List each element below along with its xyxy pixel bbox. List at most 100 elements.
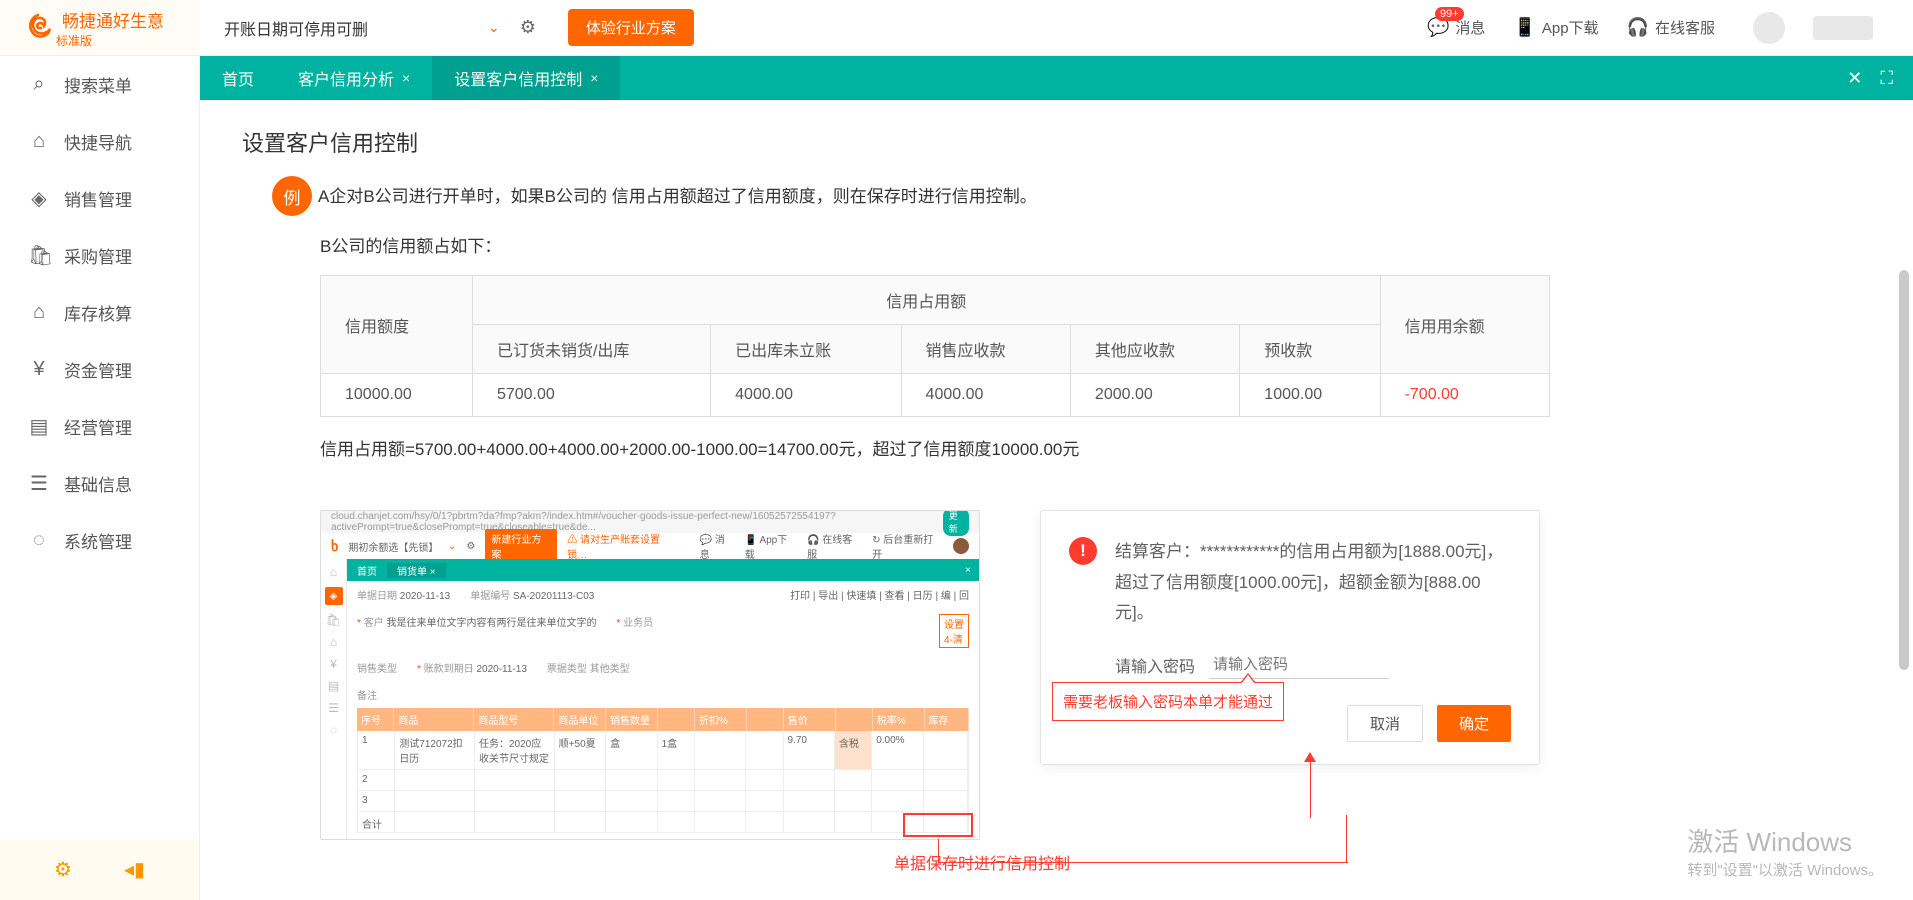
cell-c2: 4000.00 xyxy=(711,374,901,417)
scrollbar[interactable] xyxy=(1899,270,1909,670)
sidebar-item-operation[interactable]: ▤ 经营管理 xyxy=(0,398,199,455)
brand-edition: 标准版 xyxy=(56,32,92,49)
list-icon: ☰ xyxy=(28,471,50,496)
money-icon: ¥ xyxy=(28,358,50,381)
search-icon: ⌕ xyxy=(28,73,50,96)
mini-screenshot: cloud.chanjet.com/hsy/0/1?pbrtm?da?fmp?a… xyxy=(320,510,980,840)
sidebar-item-purchase[interactable]: 🛍 采购管理 xyxy=(0,227,199,284)
user-menu[interactable] xyxy=(1813,16,1873,40)
chevron-down-icon: ⌄ xyxy=(488,19,500,36)
sidebar: ⌕ 搜索菜单 ⌂ 快捷导航 ◈ 销售管理 🛍 采购管理 ⌂ 库存核算 ¥ 资金管理 ▤ 经营管… xyxy=(0,56,200,900)
tab-label: 设置客户信用控制 xyxy=(454,66,582,90)
sidebar-item-label: 快捷导航 xyxy=(64,129,132,154)
connector-line xyxy=(1310,760,1311,818)
mobile-icon: 📱 xyxy=(1513,17,1535,38)
customer-service-button[interactable]: 🎧 在线客服 xyxy=(1627,17,1715,38)
th-limit: 信用额度 xyxy=(321,276,473,374)
close-icon[interactable]: × xyxy=(590,70,598,86)
callout-tail xyxy=(1240,673,1256,683)
bag-icon: 🛍 xyxy=(28,243,50,268)
page-title: 设置客户信用控制 xyxy=(242,126,1871,158)
brand-icon xyxy=(20,10,56,46)
callout-text: 需要老板输入密码本单才能通过 xyxy=(1052,682,1284,721)
logo-area[interactable]: 畅捷通好生意 标准版 xyxy=(0,0,200,55)
circle-icon: ◌ xyxy=(28,529,50,552)
sidebar-item-finance[interactable]: ¥ 资金管理 xyxy=(0,341,199,398)
sidebar-item-label: 经营管理 xyxy=(64,414,132,439)
connector-line xyxy=(1346,815,1347,863)
sidebar-item-label: 销售管理 xyxy=(64,186,132,211)
mini-home-icon: ⌂ xyxy=(330,565,337,579)
sidebar-item-label: 资金管理 xyxy=(64,357,132,382)
sidebar-item-quicknav[interactable]: ⌂ 快捷导航 xyxy=(0,113,199,170)
cell-c5: 1000.00 xyxy=(1240,374,1380,417)
fullscreen-icon[interactable]: ⛶ xyxy=(1880,68,1893,89)
cell-c4: 2000.00 xyxy=(1070,374,1239,417)
cell-limit: 10000.00 xyxy=(321,374,473,417)
cell-c3: 4000.00 xyxy=(901,374,1070,417)
warning-icon: ! xyxy=(1069,537,1097,565)
th-sub-4: 其他应收款 xyxy=(1070,325,1239,374)
app-download-button[interactable]: 📱 App下载 xyxy=(1513,17,1598,38)
example-text-1: A企对B公司进行开单时，如果B公司的 信用占用额超过了信用额度，则在保存时进行信… xyxy=(318,182,1037,213)
cancel-button[interactable]: 取消 xyxy=(1347,705,1423,742)
sidebar-item-label: 系统管理 xyxy=(64,528,132,553)
dialog-message: 结算客户：************的信用占用额为[1888.00元]，超过了信用… xyxy=(1115,537,1511,629)
sidebar-item-label: 搜索菜单 xyxy=(64,72,132,97)
avatar[interactable] xyxy=(1753,12,1785,44)
warehouse-icon: ⌂ xyxy=(28,301,50,324)
sidebar-item-label: 采购管理 xyxy=(64,243,132,268)
headset-icon: 🎧 xyxy=(1627,17,1649,38)
th-sub-5: 预收款 xyxy=(1240,325,1380,374)
collapse-icon[interactable]: ◂▮ xyxy=(124,857,145,882)
cell-c1: 5700.00 xyxy=(472,374,710,417)
th-balance: 信用用余额 xyxy=(1380,276,1549,374)
brand-name: 畅捷通好生意 xyxy=(62,7,164,32)
mini-active-icon: ◈ xyxy=(325,587,343,605)
password-label: 请输入密码 xyxy=(1115,653,1195,677)
tag-icon: ◈ xyxy=(28,186,50,211)
th-usage: 信用占用额 xyxy=(472,276,1380,325)
arrowhead-icon xyxy=(1304,752,1316,762)
tab-credit-control-settings[interactable]: 设置客户信用控制 × xyxy=(432,56,620,100)
tab-credit-analysis[interactable]: 客户信用分析 × xyxy=(276,56,432,100)
settings-icon[interactable]: ⚙ xyxy=(54,857,72,882)
example-badge: 例 xyxy=(272,176,312,216)
th-sub-2: 已出库未立账 xyxy=(711,325,901,374)
tab-bar: 首页 客户信用分析 × 设置客户信用控制 × ✕ ⛶ xyxy=(200,56,1913,100)
th-sub-3: 销售应收款 xyxy=(901,325,1070,374)
sidebar-item-search[interactable]: ⌕ 搜索菜单 xyxy=(0,56,199,113)
sidebar-item-system[interactable]: ◌ 系统管理 xyxy=(0,512,199,569)
account-period-dropdown[interactable]: 开账日期可停用可删 ⌄ xyxy=(224,16,500,40)
messages-badge: 99+ xyxy=(1435,7,1464,21)
industry-solution-button[interactable]: 体验行业方案 xyxy=(568,9,694,46)
cell-balance: -700.00 xyxy=(1380,374,1549,417)
dialog-illustration: ! 结算客户：************的信用占用额为[1888.00元]，超过了… xyxy=(1040,510,1540,840)
sidebar-item-basic[interactable]: ☰ 基础信息 xyxy=(0,455,199,512)
close-all-icon[interactable]: ✕ xyxy=(1847,68,1862,89)
credit-table: 信用额度 信用占用额 信用用余额 已订货未销货/出库 已出库未立账 销售应收款 … xyxy=(320,275,1550,417)
home-icon: ⌂ xyxy=(28,130,50,153)
gear-icon[interactable]: ⚙ xyxy=(520,17,536,38)
example-text-2: B公司的信用额占如下： xyxy=(320,232,1871,257)
messages-button[interactable]: 💬 消息 99+ xyxy=(1427,17,1485,38)
mini-brand-icon: ხ xyxy=(331,538,338,555)
report-icon: ▤ xyxy=(28,414,50,439)
tab-label: 首页 xyxy=(222,66,254,90)
sidebar-item-label: 库存核算 xyxy=(64,300,132,325)
tab-home[interactable]: 首页 xyxy=(200,56,276,100)
password-input[interactable] xyxy=(1209,651,1389,679)
customer-service-label: 在线客服 xyxy=(1655,17,1715,38)
sidebar-item-label: 基础信息 xyxy=(64,471,132,496)
close-icon[interactable]: × xyxy=(402,70,410,86)
sidebar-item-inventory[interactable]: ⌂ 库存核算 xyxy=(0,284,199,341)
th-sub-1: 已订货未销货/出库 xyxy=(472,325,710,374)
table-row: 10000.00 5700.00 4000.00 4000.00 2000.00… xyxy=(321,374,1550,417)
connector-line xyxy=(938,839,1348,863)
app-download-label: App下载 xyxy=(1542,17,1599,38)
dropdown-label: 开账日期可停用可删 xyxy=(224,16,368,40)
confirm-button[interactable]: 确定 xyxy=(1437,705,1511,742)
sidebar-item-sales[interactable]: ◈ 销售管理 xyxy=(0,170,199,227)
calculation-text: 信用占用额=5700.00+4000.00+4000.00+2000.00-10… xyxy=(320,435,1871,460)
tab-label: 客户信用分析 xyxy=(298,66,394,90)
